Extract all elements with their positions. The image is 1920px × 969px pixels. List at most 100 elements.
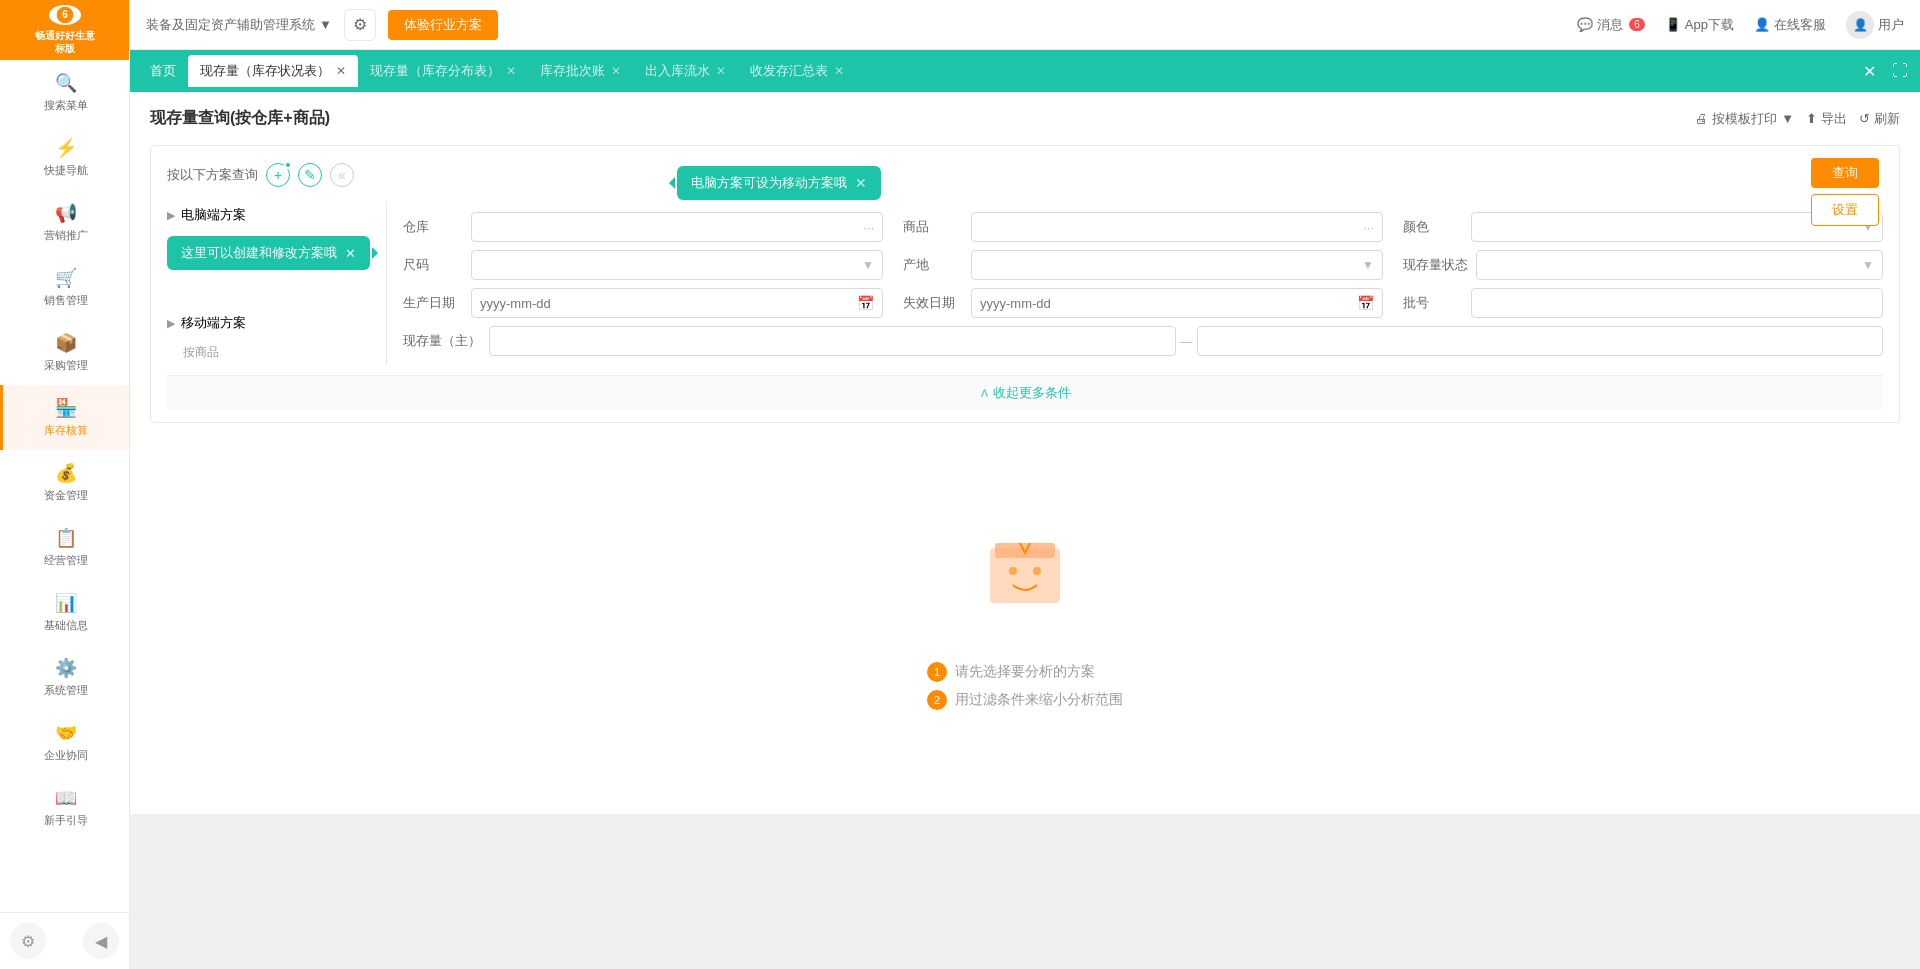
sidebar-item-sales[interactable]: 🛒 销售管理 bbox=[0, 255, 129, 320]
export-btn[interactable]: ⬆ 导出 bbox=[1806, 110, 1847, 128]
stock-qty-to[interactable] bbox=[1197, 326, 1884, 356]
online-service-action[interactable]: 👤 在线客服 bbox=[1754, 16, 1826, 34]
refresh-btn[interactable]: ↺ 刷新 bbox=[1859, 110, 1900, 128]
sidebar-item-purchase[interactable]: 📦 采购管理 bbox=[0, 320, 129, 385]
filter-label: 按以下方案查询 bbox=[167, 166, 258, 184]
industry-btn[interactable]: 体验行业方案 bbox=[388, 10, 498, 40]
sidebar-item-marketing[interactable]: 📢 营销推广 bbox=[0, 190, 129, 255]
warehouse-input[interactable]: ··· bbox=[471, 212, 883, 242]
tab-inventory-status-close[interactable]: ✕ bbox=[336, 64, 346, 78]
page-title-bar: 现存量查询(按仓库+商品) 🖨 按模板打印 ▼ ⬆ 导出 ↺ 刷新 bbox=[150, 108, 1900, 129]
step1-num: 1 bbox=[927, 662, 947, 682]
user-label: 用户 bbox=[1878, 16, 1904, 34]
empty-steps: 1 请先选择要分析的方案 2 用过滤条件来缩小分析范围 bbox=[927, 662, 1123, 718]
print-btn[interactable]: 🖨 按模板打印 ▼ bbox=[1695, 110, 1794, 128]
tree-item-mobile[interactable]: ▶ 移动端方案 bbox=[167, 310, 370, 336]
tab-inventory-dist-label: 现存量（库存分布表） bbox=[370, 62, 500, 80]
prod-date-calendar-icon[interactable]: 📅 bbox=[857, 295, 874, 311]
sidebar-item-search[interactable]: 🔍 搜索菜单 bbox=[0, 60, 129, 125]
goods-dots[interactable]: ··· bbox=[1363, 220, 1374, 235]
tab-home[interactable]: 首页 bbox=[138, 55, 188, 87]
tooltip1-close[interactable]: ✕ bbox=[855, 175, 867, 191]
tab-in-out-flow-close[interactable]: ✕ bbox=[716, 64, 726, 78]
filter-row-2: 尺码 ▼ 产地 bbox=[403, 250, 1883, 280]
tab-expand-icon[interactable]: ⛶ bbox=[1888, 58, 1912, 84]
filter-row-4: 现存量（主） — bbox=[403, 326, 1883, 356]
sidebar-item-enterprise[interactable]: 🤝 企业协同 bbox=[0, 710, 129, 775]
tab-close-all-icon[interactable]: ✕ bbox=[1859, 58, 1880, 85]
tree-item-sub1[interactable]: 按商品 bbox=[167, 340, 370, 365]
sidebar-item-system[interactable]: ⚙️ 系统管理 bbox=[0, 645, 129, 710]
user-action[interactable]: 👤 用户 bbox=[1846, 11, 1904, 39]
warehouse-dots[interactable]: ··· bbox=[863, 220, 874, 235]
filter-back-btn[interactable]: « bbox=[330, 163, 354, 187]
online-service-label: 在线客服 bbox=[1774, 16, 1826, 34]
filter-main-col: 仓库 ··· 商品 bbox=[403, 202, 1883, 356]
tab-batch-account[interactable]: 库存批次账 ✕ bbox=[528, 55, 633, 87]
sidebar-item-base-info[interactable]: 📊 基础信息 bbox=[0, 580, 129, 645]
stock-qty-from[interactable] bbox=[489, 326, 1176, 356]
sidebar-item-quick-nav[interactable]: ⚡ 快捷导航 bbox=[0, 125, 129, 190]
tree-item-desktop[interactable]: ▶ 电脑端方案 bbox=[167, 202, 370, 228]
sidebar-item-operation[interactable]: 📋 经营管理 bbox=[0, 515, 129, 580]
tab-collect-summary[interactable]: 收发存汇总表 ✕ bbox=[738, 55, 856, 87]
sidebar-item-finance[interactable]: 💰 资金管理 bbox=[0, 450, 129, 515]
sidebar-item-guide[interactable]: 📖 新手引导 bbox=[0, 775, 129, 840]
top-header-left: 装备及固定资产辅助管理系统 ▼ ⚙ 体验行业方案 bbox=[146, 9, 498, 41]
tab-batch-account-close[interactable]: ✕ bbox=[611, 64, 621, 78]
tab-collect-summary-close[interactable]: ✕ bbox=[834, 64, 844, 78]
guide-icon: 📖 bbox=[55, 787, 77, 809]
sidebar-label-guide: 新手引导 bbox=[44, 813, 88, 828]
finance-icon: 💰 bbox=[55, 462, 77, 484]
size-input[interactable]: ▼ bbox=[471, 250, 883, 280]
tab-in-out-flow-label: 出入库流水 bbox=[645, 62, 710, 80]
system-name-dropdown[interactable]: 装备及固定资产辅助管理系统 ▼ bbox=[146, 16, 332, 34]
sidebar-item-inventory[interactable]: 🏪 库存核算 bbox=[0, 385, 129, 450]
service-icon: 👤 bbox=[1754, 17, 1770, 32]
collapse-bar[interactable]: ∧ 收起更多条件 bbox=[167, 375, 1883, 410]
sidebar-collapse-btn[interactable]: ◀ bbox=[83, 923, 119, 959]
quick-nav-icon: ⚡ bbox=[55, 137, 77, 159]
purchase-icon: 📦 bbox=[55, 332, 77, 354]
filter-add-btn[interactable]: + bbox=[266, 163, 290, 187]
color-label: 颜色 bbox=[1403, 218, 1463, 236]
gear-button[interactable]: ⚙ bbox=[344, 9, 376, 41]
filter-field-goods: 商品 ··· bbox=[903, 212, 1383, 242]
page-inner: 现存量查询(按仓库+商品) 🖨 按模板打印 ▼ ⬆ 导出 ↺ 刷新 bbox=[130, 92, 1920, 814]
system-icon: ⚙️ bbox=[55, 657, 77, 679]
origin-input[interactable]: ▼ bbox=[971, 250, 1383, 280]
query-button[interactable]: 查询 bbox=[1811, 158, 1879, 188]
exp-date-input[interactable]: 📅 bbox=[971, 288, 1383, 318]
app-download-action[interactable]: 📱 App下载 bbox=[1665, 16, 1734, 34]
sidebar-label-base-info: 基础信息 bbox=[44, 618, 88, 633]
exp-date-field[interactable] bbox=[980, 296, 1353, 311]
prod-date-input[interactable]: 📅 bbox=[471, 288, 883, 318]
tab-inventory-dist[interactable]: 现存量（库存分布表） ✕ bbox=[358, 55, 528, 87]
sidebar-label-search: 搜索菜单 bbox=[44, 98, 88, 113]
message-action[interactable]: 💬 消息 6 bbox=[1577, 16, 1645, 34]
filter-tree-col: ▶ 电脑端方案 这里可以创建和修改方案哦 ✕ bbox=[167, 202, 370, 365]
message-badge: 6 bbox=[1629, 18, 1645, 31]
batch-no-field[interactable] bbox=[1471, 288, 1883, 318]
setting-button[interactable]: 设置 bbox=[1811, 194, 1879, 226]
filter-edit-btn[interactable]: ✎ bbox=[298, 163, 322, 187]
goods-input[interactable]: ··· bbox=[971, 212, 1383, 242]
tab-in-out-flow[interactable]: 出入库流水 ✕ bbox=[633, 55, 738, 87]
inventory-icon: 🏪 bbox=[55, 397, 77, 419]
batch-no-label: 批号 bbox=[1403, 294, 1463, 312]
app-download-label: App下载 bbox=[1685, 16, 1734, 34]
tab-inventory-status[interactable]: 现存量（库存状况表） ✕ bbox=[188, 55, 358, 87]
prod-date-field[interactable] bbox=[480, 296, 853, 311]
main-content: 装备及固定资产辅助管理系统 ▼ ⚙ 体验行业方案 💬 消息 6 📱 App下载 … bbox=[130, 0, 1920, 969]
exp-date-calendar-icon[interactable]: 📅 bbox=[1357, 295, 1374, 311]
search-icon: 🔍 bbox=[55, 72, 77, 94]
tab-inventory-dist-close[interactable]: ✕ bbox=[506, 64, 516, 78]
logo-subtext: 标版 bbox=[55, 42, 75, 55]
sidebar-settings-btn[interactable]: ⚙ bbox=[10, 923, 46, 959]
sidebar-label-inventory: 库存核算 bbox=[44, 423, 88, 438]
stock-status-input[interactable]: ▼ bbox=[1476, 250, 1883, 280]
sidebar-bottom: ⚙ ◀ bbox=[0, 912, 129, 969]
logo-icon: 6 bbox=[49, 5, 81, 25]
tooltip2-close[interactable]: ✕ bbox=[345, 246, 356, 261]
export-label: 导出 bbox=[1821, 110, 1847, 128]
